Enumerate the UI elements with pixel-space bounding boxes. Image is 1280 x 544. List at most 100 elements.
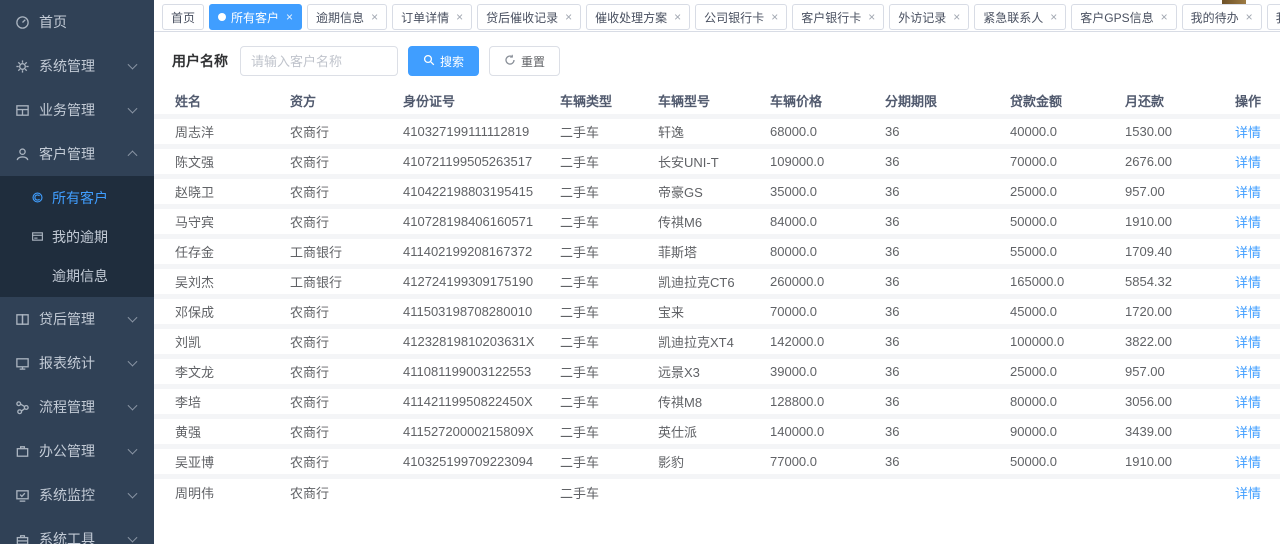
tab-order-detail[interactable]: 订单详情×	[392, 4, 472, 30]
tab-label: 贷后催收记录	[486, 9, 558, 26]
table-cell: 二手车	[539, 206, 637, 236]
sidebar-item-label: 所有客户	[52, 188, 108, 208]
sidebar-item-overdue-info[interactable]: 逾期信息	[0, 256, 154, 295]
detail-link[interactable]: 详情	[1235, 365, 1261, 380]
customer-name-input[interactable]	[240, 46, 398, 76]
table-cell: 411081199003122553	[382, 356, 539, 386]
chevron-down-icon	[128, 313, 138, 323]
table-cell: 赵晓卫	[154, 176, 269, 206]
table-cell: 轩逸	[637, 116, 749, 146]
close-icon[interactable]: ×	[456, 11, 463, 23]
column-header: 车辆型号	[637, 88, 749, 116]
table-cell: 1910.00	[1104, 206, 1222, 236]
table-cell: 黄强	[154, 416, 269, 446]
search-icon	[423, 54, 435, 69]
close-icon[interactable]: ×	[371, 11, 378, 23]
sidebar-item-customer-management[interactable]: 客户管理	[0, 132, 154, 176]
detail-link[interactable]: 详情	[1235, 125, 1261, 140]
content-area: 用户名称 搜索	[154, 32, 1280, 506]
tab-postloan-collection-records[interactable]: 贷后催收记录 ×	[477, 4, 581, 30]
sidebar-item-process-management[interactable]: 流程管理	[0, 385, 154, 429]
tab-all-customers[interactable]: 所有客户×	[209, 4, 302, 30]
sidebar-item-business-management[interactable]: 业务管理	[0, 88, 154, 132]
table-cell: 工商银行	[269, 266, 382, 296]
table-cell: 远景X3	[637, 356, 749, 386]
column-header: 资方	[269, 88, 382, 116]
table-cell: 25000.0	[989, 176, 1104, 206]
table-cell: 吴亚博	[154, 446, 269, 476]
avatar-sliver	[1222, 0, 1246, 4]
close-icon[interactable]: ×	[771, 11, 778, 23]
table-cell-actions: 详情	[1222, 206, 1280, 236]
sidebar-item-office-management[interactable]: 办公管理	[0, 429, 154, 473]
tools-icon	[14, 531, 30, 544]
close-icon[interactable]: ×	[674, 11, 681, 23]
table-cell: 2676.00	[1104, 146, 1222, 176]
detail-link[interactable]: 详情	[1235, 425, 1261, 440]
detail-link[interactable]: 详情	[1235, 185, 1261, 200]
close-icon[interactable]: ×	[1161, 11, 1168, 23]
tab-my-process[interactable]: 我的流程×	[1267, 4, 1280, 30]
close-icon[interactable]: ×	[286, 11, 293, 23]
tab-label: 我的流程	[1276, 9, 1280, 26]
table-cell: 70000.0	[749, 296, 864, 326]
column-header: 车辆类型	[539, 88, 637, 116]
detail-link[interactable]: 详情	[1235, 245, 1261, 260]
table-cell: 邓保成	[154, 296, 269, 326]
detail-link[interactable]: 详情	[1235, 395, 1261, 410]
detail-link[interactable]: 详情	[1235, 305, 1261, 320]
tab-my-todo[interactable]: 我的待办×	[1182, 4, 1262, 30]
tab-visit-records[interactable]: 外访记录×	[889, 4, 969, 30]
detail-link[interactable]: 详情	[1235, 155, 1261, 170]
tab-collection-plan[interactable]: 催收处理方案×	[586, 4, 690, 30]
table-cell: 二手车	[539, 386, 637, 416]
detail-link[interactable]: 详情	[1235, 455, 1261, 470]
table-row: 马守宾农商行410728198406160571二手车传祺M684000.036…	[154, 206, 1280, 236]
table-row: 任存金工商银行411402199208167372二手车菲斯塔80000.036…	[154, 236, 1280, 266]
chevron-down-icon	[128, 533, 138, 543]
table-cell: 50000.0	[989, 206, 1104, 236]
search-button[interactable]: 搜索	[408, 46, 479, 76]
sidebar-item-my-overdue[interactable]: 我的逾期	[0, 217, 154, 256]
sidebar-item-system-management[interactable]: 系统管理	[0, 44, 154, 88]
table-cell	[864, 476, 989, 506]
table-cell: 36	[864, 446, 989, 476]
close-icon[interactable]: ×	[1246, 11, 1253, 23]
column-header: 分期期限	[864, 88, 989, 116]
reset-button[interactable]: 重置	[489, 46, 560, 76]
sidebar-item-system-tools[interactable]: 系统工具	[0, 517, 154, 544]
tab-overdue-info[interactable]: 逾期信息×	[307, 4, 387, 30]
sidebar-item-report-statistics[interactable]: 报表统计	[0, 341, 154, 385]
table-cell: 农商行	[269, 446, 382, 476]
table-cell-actions: 详情	[1222, 116, 1280, 146]
tab-bar: 首页所有客户×逾期信息×订单详情×贷后催收记录×催收处理方案×公司银行卡×客户银…	[154, 0, 1280, 32]
sidebar-item-label: 流程管理	[39, 397, 95, 417]
tab-emergency-contacts[interactable]: 紧急联系人 ×	[974, 4, 1066, 30]
table-cell: 410728198406160571	[382, 206, 539, 236]
close-icon[interactable]: ×	[1050, 11, 1057, 23]
table-cell: 农商行	[269, 386, 382, 416]
sidebar-item-postloan-management[interactable]: 贷后管理	[0, 297, 154, 341]
table-cell: 李文龙	[154, 356, 269, 386]
sidebar-item-all-customers[interactable]: 所有客户	[0, 178, 154, 217]
close-icon[interactable]: ×	[565, 11, 572, 23]
monitor-icon	[14, 487, 30, 503]
tab-label: 紧急联系人	[983, 9, 1043, 26]
tab-home[interactable]: 首页	[162, 4, 204, 30]
sidebar-item-home[interactable]: 首页	[0, 0, 154, 44]
tab-company-bank-card[interactable]: 公司银行卡×	[695, 4, 787, 30]
table-cell: 142000.0	[749, 326, 864, 356]
table-row: 陈文强农商行410721199505263517二手车长安UNI-T109000…	[154, 146, 1280, 176]
table-cell: 吴刘杰	[154, 266, 269, 296]
close-icon[interactable]: ×	[868, 11, 875, 23]
detail-link[interactable]: 详情	[1235, 486, 1261, 501]
table-cell	[749, 476, 864, 506]
search-form: 用户名称 搜索	[154, 32, 1280, 88]
close-icon[interactable]: ×	[953, 11, 960, 23]
sidebar-item-system-monitor[interactable]: 系统监控	[0, 473, 154, 517]
tab-customer-gps-info[interactable]: 客户GPS信息×	[1071, 4, 1176, 30]
tab-customer-bank-card[interactable]: 客户银行卡×	[792, 4, 884, 30]
detail-link[interactable]: 详情	[1235, 215, 1261, 230]
detail-link[interactable]: 详情	[1235, 335, 1261, 350]
detail-link[interactable]: 详情	[1235, 275, 1261, 290]
